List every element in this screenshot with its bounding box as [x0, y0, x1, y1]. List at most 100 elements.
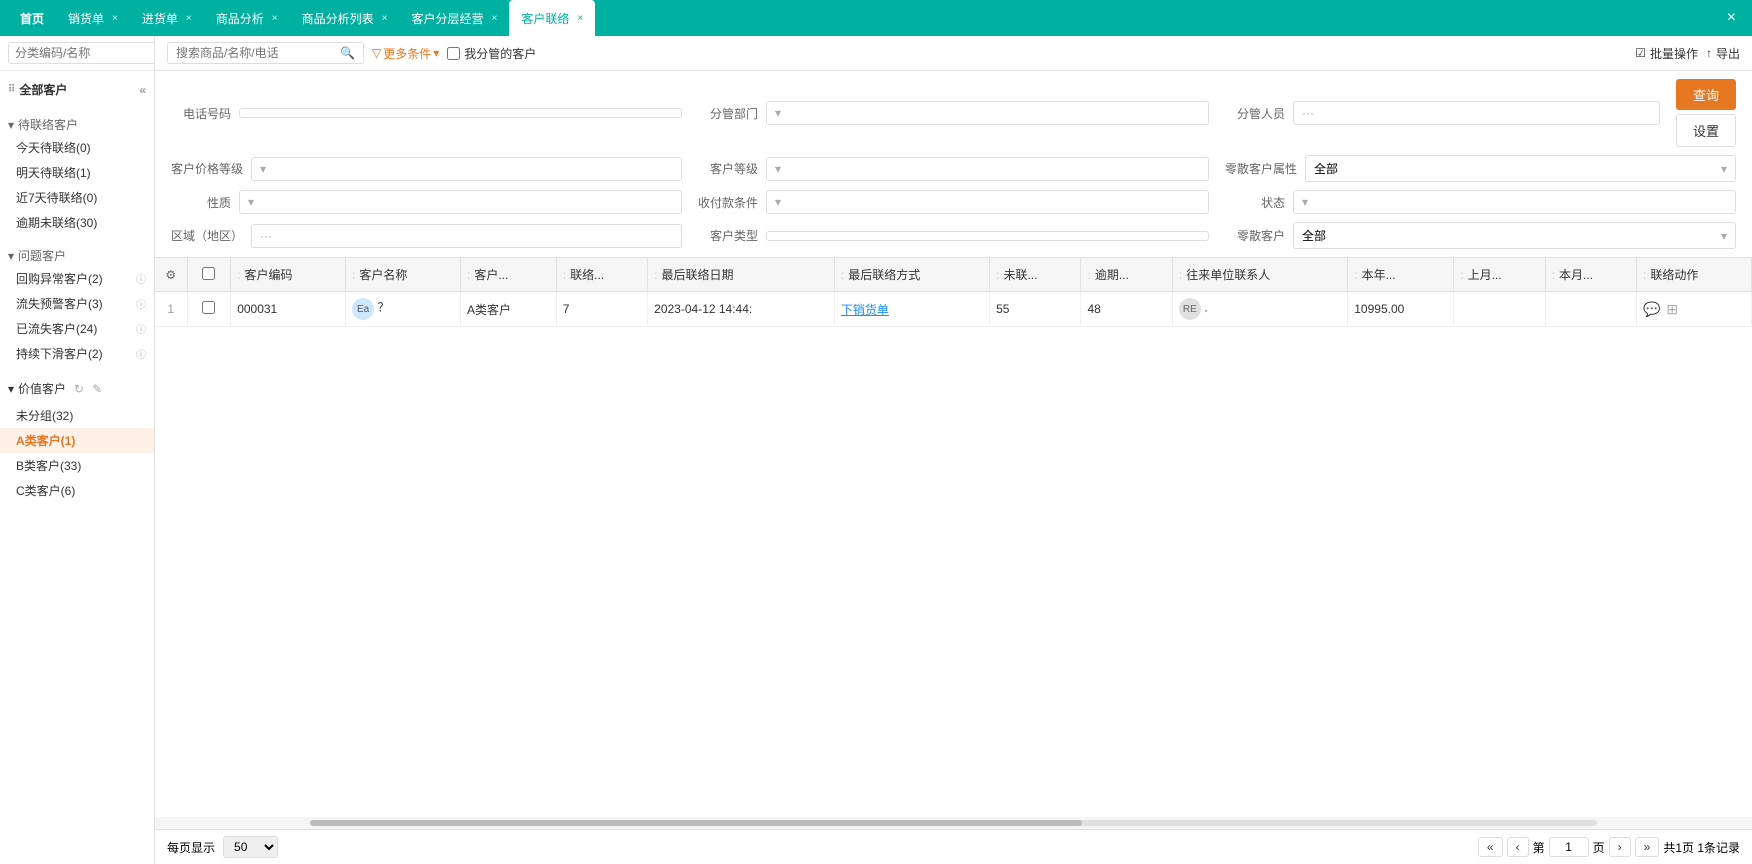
first-page-button[interactable]: « [1478, 837, 1503, 857]
sidebar-item-repurchase-abnormal[interactable]: 回购异常客户(2) ⓘ [0, 266, 154, 291]
tab-customer-tier-close[interactable]: × [491, 13, 497, 24]
tab-goods-analysis-close[interactable]: × [272, 13, 278, 24]
tab-customer-contact[interactable]: 客户联络 × [509, 0, 595, 36]
churned-label: 已流失客户(24) [16, 320, 97, 337]
th-last-contact-method: :最后联络方式 [834, 258, 989, 292]
settings-gear-icon[interactable]: ⚙ [165, 268, 176, 282]
tab-purchase[interactable]: 进货单 × [130, 0, 204, 36]
edit-icon[interactable]: ✎ [92, 382, 102, 396]
th-checkbox[interactable] [187, 258, 231, 292]
refresh-icon[interactable]: ↻ [74, 382, 84, 396]
ungrouped-label: 未分组(32) [16, 407, 73, 424]
retail-attr-select[interactable]: 全部 ▾ [1305, 155, 1736, 182]
info-icon-1: ⓘ [136, 271, 146, 286]
per-page-select[interactable]: 50 100 200 [223, 836, 278, 858]
dept-select[interactable]: ▾ [766, 101, 1209, 125]
tab-home-label: 首页 [20, 10, 44, 27]
last-page-button[interactable]: » [1635, 837, 1660, 857]
select-all-checkbox[interactable] [202, 267, 215, 280]
region-dots: ··· [260, 229, 272, 243]
sidebar-item-class-a[interactable]: A类客户(1) [0, 428, 154, 453]
sidebar-item-overdue[interactable]: 逾期未联络(30) [0, 210, 154, 235]
row-checkbox[interactable] [202, 301, 215, 314]
sidebar-item-7days[interactable]: 近7天待联络(0) [0, 185, 154, 210]
payment-select[interactable]: ▾ [766, 190, 1209, 214]
tab-sales-close[interactable]: × [112, 13, 118, 24]
sidebar-item-declining[interactable]: 持续下滑客户(2) ⓘ [0, 341, 154, 366]
scrollbar-thumb[interactable] [310, 820, 1082, 826]
next-page-button[interactable]: › [1609, 837, 1631, 857]
action-icons-group: 💬 ⊞ [1643, 301, 1745, 318]
search-input[interactable] [176, 46, 336, 60]
row-checkbox-cell[interactable] [187, 292, 231, 327]
data-table: ⚙ :客户编码 :客户名称 :客户... :联络... :最后联络日期 :最后联… [155, 258, 1752, 327]
customer-level-label: 客户等级 [698, 160, 758, 177]
sidebar-item-class-c[interactable]: C类客户(6) [0, 478, 154, 503]
chat-icon[interactable]: 💬 [1643, 301, 1660, 318]
sidebar-item-today[interactable]: 今天待联络(0) [0, 135, 154, 160]
nature-select[interactable]: ▾ [239, 190, 682, 214]
price-level-select[interactable]: ▾ [251, 157, 682, 181]
tab-goods-list[interactable]: 商品分析列表 × [290, 0, 400, 36]
churn-warning-label: 流失预警客户(3) [16, 295, 103, 312]
tab-purchase-close[interactable]: × [186, 13, 192, 24]
tomorrow-contact-label: 明天待联络(1) [16, 164, 91, 181]
tab-customer-contact-close[interactable]: × [577, 13, 583, 24]
query-button[interactable]: 查询 [1676, 79, 1736, 110]
batch-operation-button[interactable]: ☑ 批量操作 [1635, 45, 1698, 62]
region-input[interactable]: ··· [251, 224, 682, 248]
settings-button[interactable]: 设置 [1676, 114, 1736, 147]
sidebar-item-class-b[interactable]: B类客户(33) [0, 453, 154, 478]
customer-type-input[interactable] [766, 231, 1209, 241]
sidebar-item-churned[interactable]: 已流失客户(24) ⓘ [0, 316, 154, 341]
sidebar-all-customers[interactable]: ⠿ 全部客户 « [0, 75, 154, 104]
bottom-bar: 每页显示 50 100 200 « ‹ 第 页 › » 共1页 1条记录 [155, 829, 1752, 864]
close-all-button[interactable]: × [1719, 9, 1744, 27]
overdue-contact-label: 逾期未联络(30) [16, 214, 97, 231]
my-customers-checkbox[interactable]: 我分管的客户 [447, 45, 536, 62]
tab-home[interactable]: 首页 [8, 0, 56, 36]
tab-sales-label: 销货单 [68, 10, 104, 27]
declining-label: 持续下滑客户(2) [16, 345, 103, 362]
main-content: 🔍 ▽ 更多条件 ▾ 我分管的客户 ☑ 批量操作 ↑ 导出 [155, 36, 1752, 864]
retail-customer-label: 零散客户 [1225, 227, 1285, 244]
status-select[interactable]: ▾ [1293, 190, 1736, 214]
th-settings[interactable]: ⚙ [155, 258, 187, 292]
phone-input[interactable] [239, 108, 682, 118]
company-contact-avatar: RE [1179, 298, 1201, 320]
contact-method-link[interactable]: 下销货单 [841, 303, 889, 317]
more-conditions-button[interactable]: ▽ 更多条件 ▾ [372, 45, 439, 62]
7days-contact-label: 近7天待联络(0) [16, 189, 97, 206]
overdue-cell: 48 [1081, 292, 1172, 327]
tab-goods-list-close[interactable]: × [382, 13, 388, 24]
sidebar-item-ungrouped[interactable]: 未分组(32) [0, 403, 154, 428]
customer-name-text: ？ [377, 301, 389, 315]
tab-goods-analysis[interactable]: 商品分析 × [204, 0, 290, 36]
filter-row-1-col-1: 电话号码 [171, 79, 682, 147]
pending-contact-group[interactable]: ▾ 待联络客户 [0, 112, 154, 135]
tab-customer-tier[interactable]: 客户分层经营 × [399, 0, 509, 36]
horizontal-scrollbar[interactable] [155, 817, 1752, 829]
scrollbar-track[interactable] [310, 820, 1597, 826]
filter-row-4-col-1: 区域（地区） ··· [171, 222, 682, 249]
export-button[interactable]: ↑ 导出 [1706, 45, 1740, 62]
customer-level-select[interactable]: ▾ [766, 157, 1209, 181]
sidebar-search-input[interactable] [8, 42, 155, 64]
more-conditions-label: 更多条件 [383, 45, 431, 62]
prev-page-button[interactable]: ‹ [1507, 837, 1529, 857]
sidebar-item-tomorrow[interactable]: 明天待联络(1) [0, 160, 154, 185]
page-input[interactable] [1549, 837, 1589, 857]
retail-attr-label: 零散客户属性 [1225, 160, 1297, 177]
customer-avatar: Ea [352, 298, 374, 320]
manager-input[interactable]: ··· [1293, 101, 1660, 125]
value-customers-group[interactable]: ▾ 价值客户 ↻ ✎ [0, 374, 154, 403]
sidebar-item-churn-warning[interactable]: 流失预警客户(3) ⓘ [0, 291, 154, 316]
qr-icon[interactable]: ⊞ [1666, 301, 1678, 318]
sidebar-collapse-button[interactable]: « [139, 83, 146, 97]
my-customers-check[interactable] [447, 47, 460, 60]
tab-sales[interactable]: 销货单 × [56, 0, 130, 36]
search-icon[interactable]: 🔍 [340, 46, 355, 60]
problem-customers-group[interactable]: ▾ 问题客户 [0, 243, 154, 266]
last-contact-method-cell[interactable]: 下销货单 [834, 292, 989, 327]
retail-customer-select[interactable]: 全部 ▾ [1293, 222, 1736, 249]
